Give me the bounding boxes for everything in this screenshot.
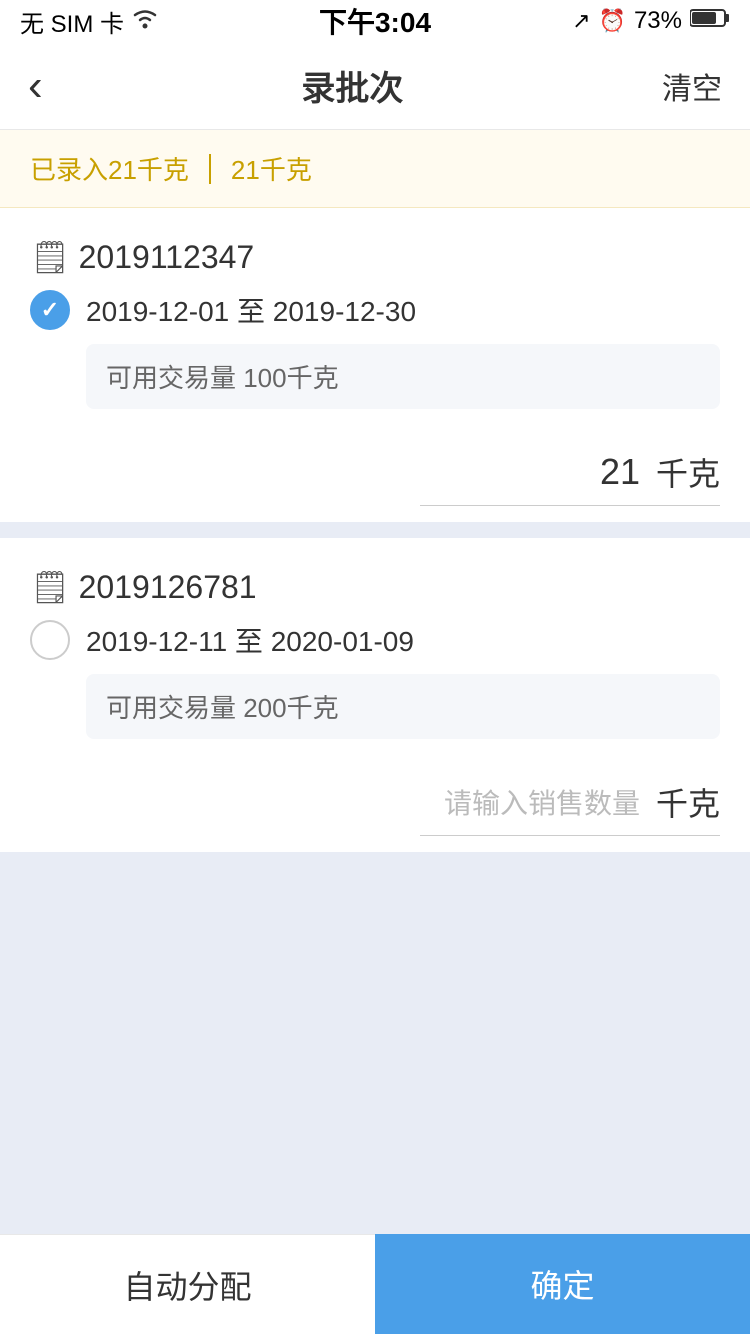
available-qty-0: 可用交易量 100千克 bbox=[86, 344, 720, 409]
battery-icon bbox=[690, 8, 730, 34]
quantity-underline-0 bbox=[0, 505, 750, 522]
quantity-unit-1: 千克 bbox=[656, 779, 720, 825]
batch-date-1: 2019-12-11 至 2020-01-09 bbox=[86, 620, 414, 660]
recorded-amount: 已录入21千克 bbox=[30, 150, 189, 187]
section-divider bbox=[0, 522, 750, 538]
underline-0 bbox=[420, 505, 720, 506]
underline-1 bbox=[420, 835, 720, 836]
alarm-icon: ⏰ bbox=[599, 8, 626, 34]
status-time: 下午3:04 bbox=[319, 1, 431, 41]
status-right: ↗ ⏰ 73% bbox=[572, 7, 730, 35]
batch-doc-icon-1: 🗒 bbox=[30, 568, 71, 606]
carrier-text: 无 SIM 卡 bbox=[20, 4, 124, 39]
location-icon: ↗ bbox=[572, 8, 590, 34]
quantity-placeholder-1[interactable]: 请输入销售数量 bbox=[444, 782, 640, 822]
clear-button[interactable]: 清空 bbox=[662, 64, 722, 108]
batch-id-0: 2019112347 bbox=[79, 239, 255, 276]
batch-date-0: 2019-12-01 至 2019-12-30 bbox=[86, 290, 416, 330]
available-qty-1: 可用交易量 200千克 bbox=[86, 674, 720, 739]
quantity-input-row-1: 请输入销售数量 千克 bbox=[0, 759, 750, 835]
nav-bar: ‹ 录批次 清空 bbox=[0, 42, 750, 130]
page-title: 录批次 bbox=[301, 61, 403, 110]
carrier-info: 无 SIM 卡 bbox=[20, 4, 160, 39]
total-amount: 21千克 bbox=[231, 150, 312, 187]
wifi-icon bbox=[130, 7, 160, 36]
status-bar: 无 SIM 卡 下午3:04 ↗ ⏰ 73% bbox=[0, 0, 750, 42]
battery-text: 73% bbox=[634, 7, 682, 35]
radio-checked-0[interactable] bbox=[30, 290, 70, 330]
summary-bar: 已录入21千克 21千克 bbox=[0, 130, 750, 208]
batch-doc-icon-0: 🗒 bbox=[30, 238, 71, 276]
main-content: 已录入21千克 21千克 🗒 2019112347 2019-12-01 至 2… bbox=[0, 130, 750, 1272]
batch-date-row-1: 2019-12-11 至 2020-01-09 bbox=[30, 620, 720, 660]
bottom-bar: 自动分配 确定 bbox=[0, 1234, 750, 1334]
summary-divider bbox=[209, 154, 211, 184]
batch-id-row-0: 🗒 2019112347 bbox=[30, 238, 720, 276]
quantity-unit-0: 千克 bbox=[656, 449, 720, 495]
batch-id-1: 2019126781 bbox=[79, 569, 257, 606]
batch-card-1: 🗒 2019126781 2019-12-11 至 2020-01-09 可用交… bbox=[0, 538, 750, 852]
auto-distribute-button[interactable]: 自动分配 bbox=[0, 1234, 375, 1334]
empty-area bbox=[0, 852, 750, 1272]
quantity-underline-1 bbox=[0, 835, 750, 852]
batch-id-row-1: 🗒 2019126781 bbox=[30, 568, 720, 606]
confirm-button[interactable]: 确定 bbox=[375, 1234, 750, 1334]
quantity-value-0: 21 bbox=[600, 451, 640, 493]
quantity-row-0: 21 千克 bbox=[0, 429, 750, 505]
radio-unchecked-1[interactable] bbox=[30, 620, 70, 660]
batch-card-0: 🗒 2019112347 2019-12-01 至 2019-12-30 可用交… bbox=[0, 208, 750, 522]
back-button[interactable]: ‹ bbox=[28, 61, 43, 111]
batch-date-row-0: 2019-12-01 至 2019-12-30 bbox=[30, 290, 720, 330]
